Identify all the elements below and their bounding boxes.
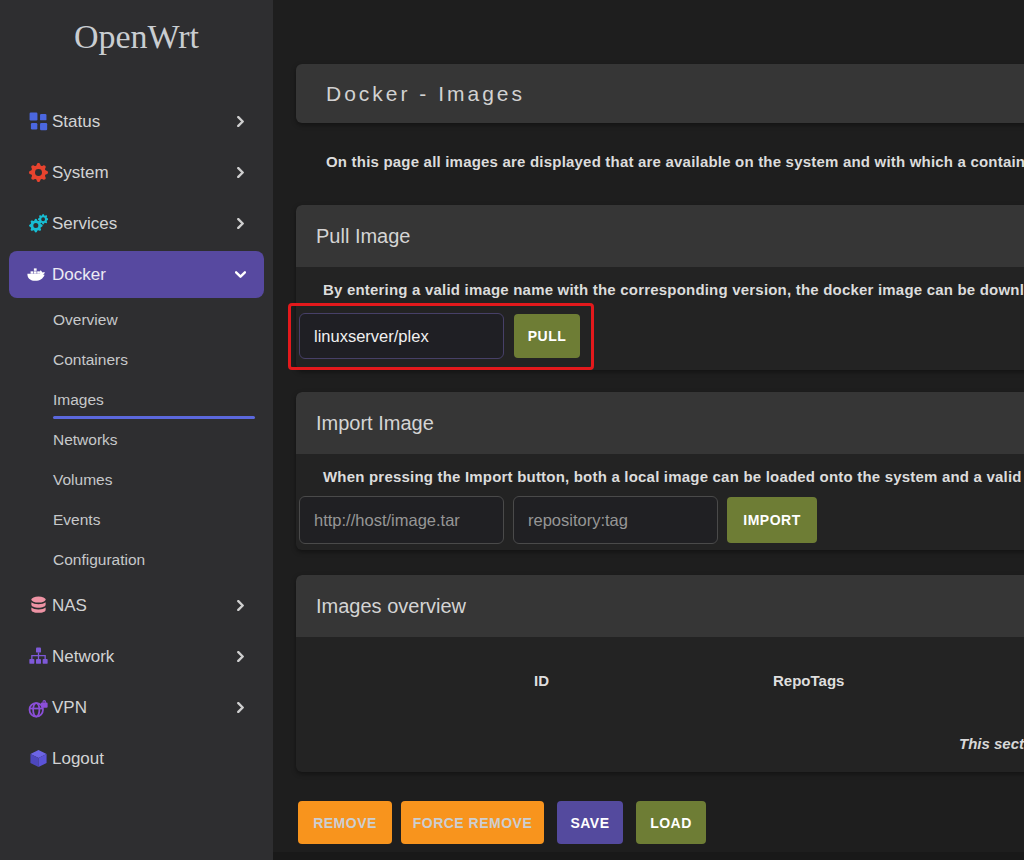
main-content: Docker - Images On this page all images … xyxy=(273,0,1024,860)
force-remove-button[interactable]: FORCE REMOVE xyxy=(401,801,544,844)
chevron-right-icon xyxy=(235,218,246,229)
sidebar-subitem-images[interactable]: Images xyxy=(0,380,273,420)
sidebar-item-network[interactable]: Network xyxy=(0,631,273,682)
system-gear-icon xyxy=(28,163,48,183)
load-button[interactable]: LOAD xyxy=(636,801,706,844)
chevron-right-icon xyxy=(235,651,246,662)
sidebar-subitem-events[interactable]: Events xyxy=(0,500,273,540)
docker-whale-icon xyxy=(26,264,48,286)
logout-cube-icon xyxy=(28,749,48,769)
chevron-right-icon xyxy=(235,167,246,178)
images-overview-header: Images overview xyxy=(296,575,1024,637)
sidebar-item-services[interactable]: Services xyxy=(0,198,273,249)
nas-database-icon xyxy=(28,596,48,616)
sidebar-item-system[interactable]: System xyxy=(0,147,273,198)
network-tree-icon xyxy=(28,647,48,667)
page-title: Docker - Images xyxy=(326,82,525,106)
column-header-repotags: RepoTags xyxy=(773,672,844,689)
pull-image-header: Pull Image xyxy=(296,205,1024,267)
import-image-section: Import Image When pressing the Import bu… xyxy=(296,392,1024,550)
sidebar-item-status[interactable]: Status xyxy=(0,96,273,147)
annotation-highlight-box xyxy=(288,303,594,370)
images-overview-section: Images overview xyxy=(296,575,1024,772)
sidebar-item-vpn[interactable]: VPN xyxy=(0,682,273,733)
chevron-down-icon xyxy=(235,269,246,280)
remove-button[interactable]: REMOVE xyxy=(298,801,392,844)
sidebar-subitem-configuration[interactable]: Configuration xyxy=(0,540,273,580)
action-buttons: REMOVE FORCE REMOVE SAVE LOAD xyxy=(298,801,706,844)
sidebar-menu: Status System Services xyxy=(0,96,273,784)
vpn-globe-icon xyxy=(28,698,48,718)
column-header-id: ID xyxy=(534,672,549,689)
empty-table-note: This section contains no values yet xyxy=(959,735,1024,752)
openwrt-logo[interactable]: OpenWrt xyxy=(0,0,273,56)
sidebar-item-logout[interactable]: Logout xyxy=(0,733,273,784)
sidebar-item-docker[interactable]: Docker xyxy=(0,249,273,300)
services-gears-icon xyxy=(28,214,48,234)
pull-image-description: By entering a valid image name with the … xyxy=(296,267,1024,298)
sidebar-item-nas[interactable]: NAS xyxy=(0,580,273,631)
import-image-header: Import Image xyxy=(296,392,1024,454)
save-button[interactable]: SAVE xyxy=(557,801,623,844)
footer-strip xyxy=(273,852,1024,860)
chevron-right-icon xyxy=(235,600,246,611)
chevron-right-icon xyxy=(235,116,246,127)
sidebar-subitem-containers[interactable]: Containers xyxy=(0,340,273,380)
import-button[interactable]: IMPORT xyxy=(727,497,817,543)
sidebar-subitem-networks[interactable]: Networks xyxy=(0,420,273,460)
status-grid-icon xyxy=(28,112,48,132)
page-title-bar: Docker - Images xyxy=(296,64,1024,123)
import-repository-tag-input[interactable] xyxy=(513,496,718,544)
page-description: On this page all images are displayed th… xyxy=(326,153,1024,170)
sidebar-subitem-volumes[interactable]: Volumes xyxy=(0,460,273,500)
import-image-description: When pressing the Import button, both a … xyxy=(296,454,1024,485)
import-url-input[interactable] xyxy=(299,496,504,544)
chevron-right-icon xyxy=(235,702,246,713)
sidebar: OpenWrt Status System xyxy=(0,0,273,860)
sidebar-subitem-overview[interactable]: Overview xyxy=(0,300,273,340)
